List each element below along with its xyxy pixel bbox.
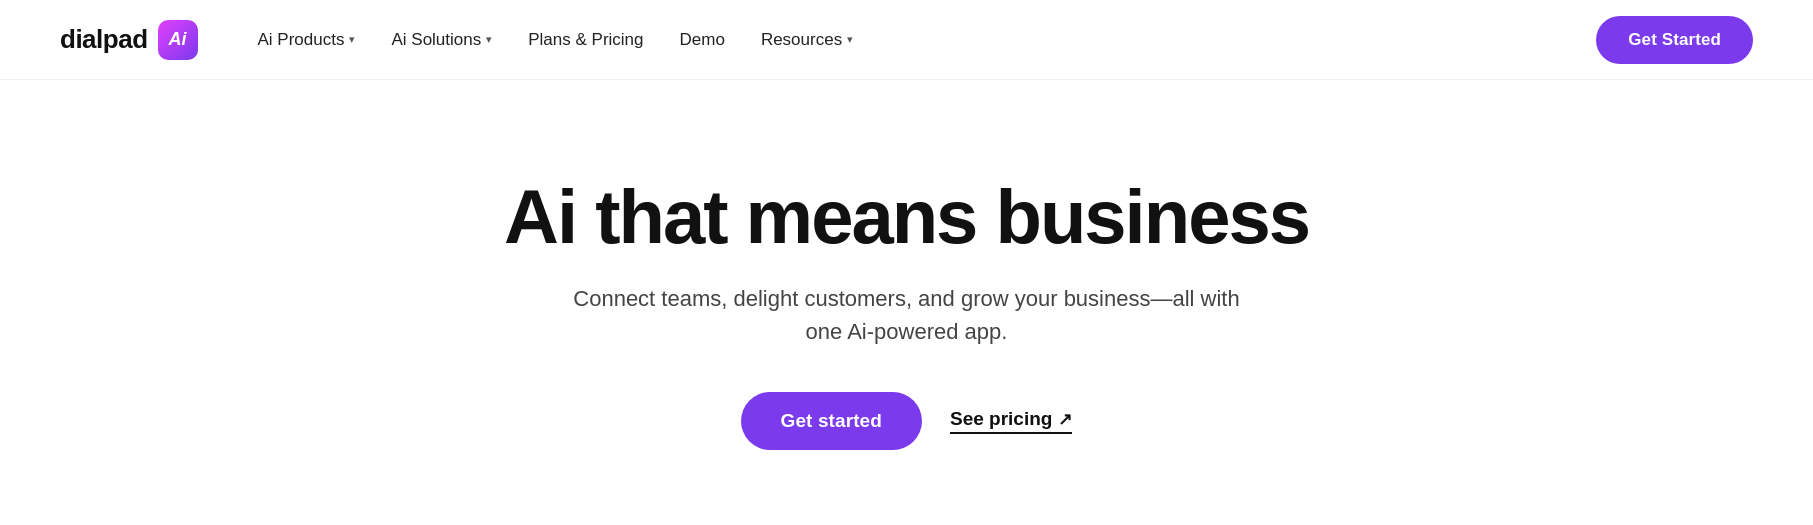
nav-item-demo[interactable]: Demo bbox=[680, 30, 725, 50]
navbar: dialpad Ai Ai Products ▾ Ai Solutions ▾ … bbox=[0, 0, 1813, 80]
nav-item-ai-solutions[interactable]: Ai Solutions ▾ bbox=[391, 30, 492, 50]
hero-subtitle: Connect teams, delight customers, and gr… bbox=[557, 282, 1257, 348]
chevron-down-icon: ▾ bbox=[847, 33, 853, 46]
chevron-down-icon: ▾ bbox=[486, 33, 492, 46]
nav-item-plans-pricing[interactable]: Plans & Pricing bbox=[528, 30, 643, 50]
hero-actions: Get started See pricing ↗ bbox=[741, 392, 1073, 450]
chevron-down-icon: ▾ bbox=[349, 33, 355, 46]
see-pricing-label: See pricing bbox=[950, 408, 1052, 430]
hero-see-pricing-button[interactable]: See pricing ↗ bbox=[950, 408, 1072, 434]
nav-label-demo: Demo bbox=[680, 30, 725, 50]
nav-links: Ai Products ▾ Ai Solutions ▾ Plans & Pri… bbox=[258, 30, 1597, 50]
logo[interactable]: dialpad Ai bbox=[60, 20, 198, 60]
hero-title: Ai that means business bbox=[504, 175, 1309, 259]
hero-get-started-button[interactable]: Get started bbox=[741, 392, 922, 450]
brand-name: dialpad bbox=[60, 24, 148, 55]
nav-label-ai-products: Ai Products bbox=[258, 30, 345, 50]
hero-section: Ai that means business Connect teams, de… bbox=[0, 80, 1813, 525]
brand-icon: Ai bbox=[158, 20, 198, 60]
nav-get-started-button[interactable]: Get Started bbox=[1596, 16, 1753, 64]
nav-label-ai-solutions: Ai Solutions bbox=[391, 30, 481, 50]
nav-label-resources: Resources bbox=[761, 30, 842, 50]
nav-label-plans-pricing: Plans & Pricing bbox=[528, 30, 643, 50]
nav-item-resources[interactable]: Resources ▾ bbox=[761, 30, 853, 50]
external-link-icon: ↗ bbox=[1058, 409, 1072, 430]
nav-item-ai-products[interactable]: Ai Products ▾ bbox=[258, 30, 356, 50]
